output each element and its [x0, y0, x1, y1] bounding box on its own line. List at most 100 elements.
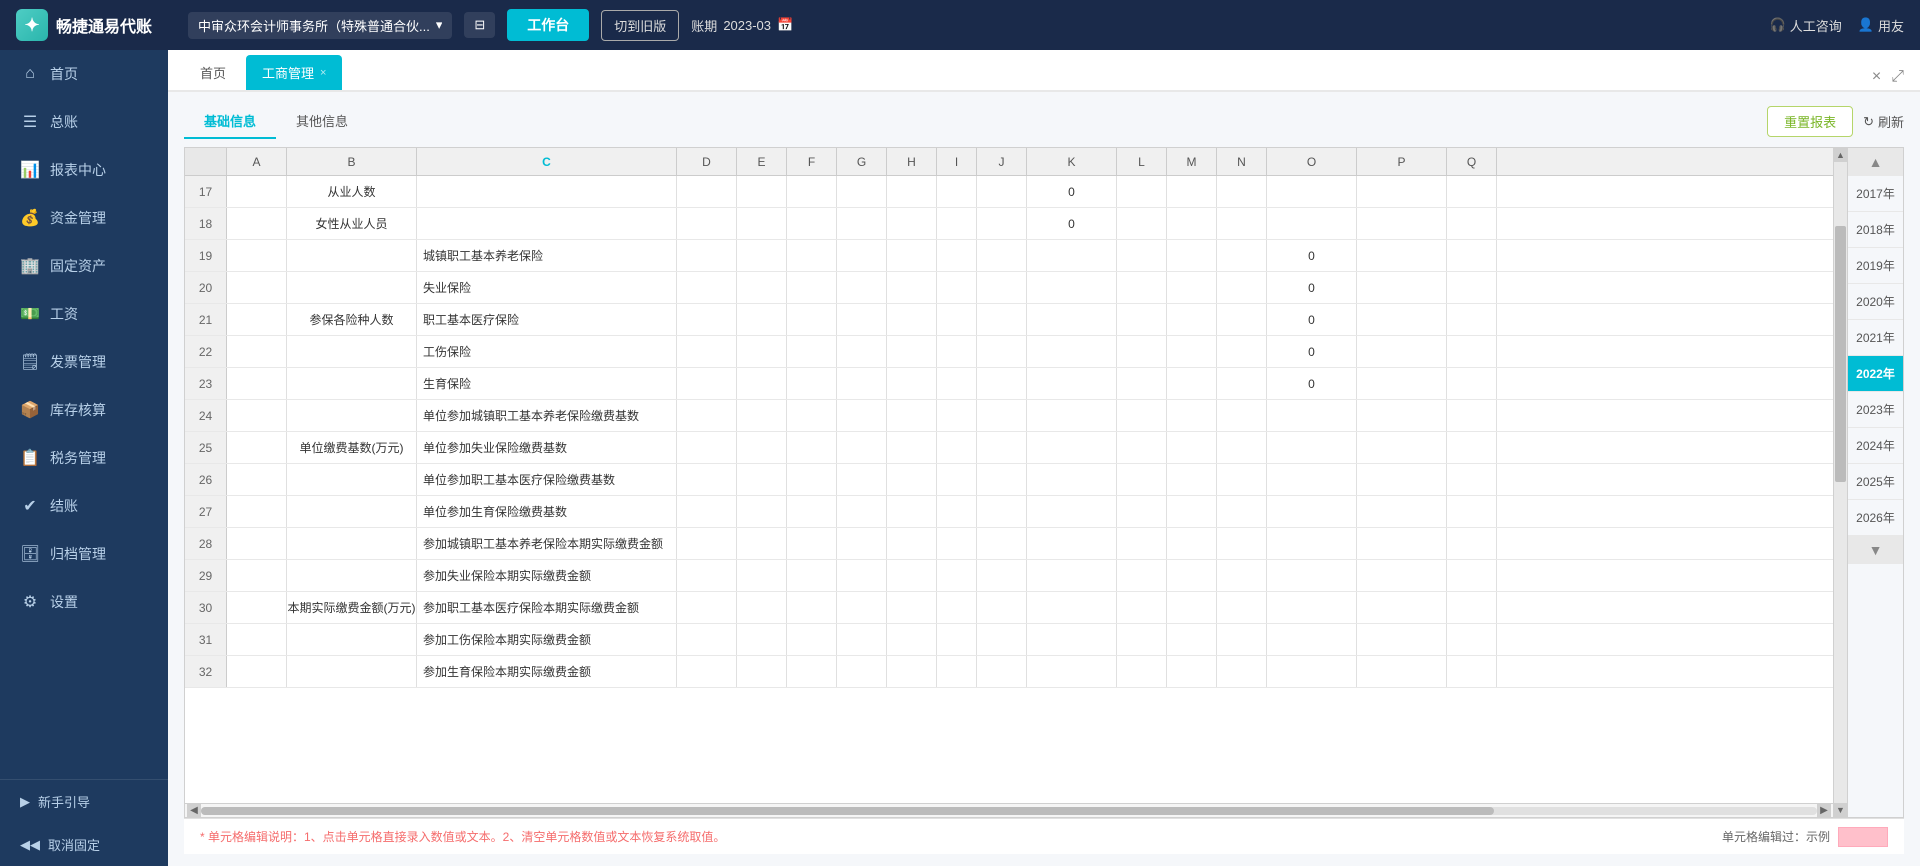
cell-32-f[interactable]: [787, 656, 837, 687]
cell-29-b[interactable]: [287, 560, 417, 591]
cell-31-k[interactable]: [1027, 624, 1117, 655]
cell-27-p[interactable]: [1357, 496, 1447, 527]
cell-18-h[interactable]: [887, 208, 937, 239]
cell-17-f[interactable]: [787, 176, 837, 207]
cell-27-i[interactable]: [937, 496, 977, 527]
cell-24-m[interactable]: [1167, 400, 1217, 431]
cell-29-e[interactable]: [737, 560, 787, 591]
cell-25-j[interactable]: [977, 432, 1027, 463]
cell-20-k[interactable]: [1027, 272, 1117, 303]
cell-29-g[interactable]: [837, 560, 887, 591]
cell-26-p[interactable]: [1357, 464, 1447, 495]
user-avatar[interactable]: 👤 用友: [1858, 16, 1904, 35]
cell-22-i[interactable]: [937, 336, 977, 367]
cell-17-d[interactable]: [677, 176, 737, 207]
cell-18-g[interactable]: [837, 208, 887, 239]
cell-20-p[interactable]: [1357, 272, 1447, 303]
cell-31-j[interactable]: [977, 624, 1027, 655]
cell-25-k[interactable]: [1027, 432, 1117, 463]
cell-19-h[interactable]: [887, 240, 937, 271]
cell-25-b[interactable]: 单位缴费基数(万元): [287, 432, 417, 463]
year-item-2021[interactable]: 2021年: [1848, 320, 1903, 356]
cell-32-h[interactable]: [887, 656, 937, 687]
cell-18-d[interactable]: [677, 208, 737, 239]
cell-31-f[interactable]: [787, 624, 837, 655]
cell-20-i[interactable]: [937, 272, 977, 303]
cell-26-q[interactable]: [1447, 464, 1497, 495]
cell-27-k[interactable]: [1027, 496, 1117, 527]
cell-18-m[interactable]: [1167, 208, 1217, 239]
cell-22-g[interactable]: [837, 336, 887, 367]
cell-27-e[interactable]: [737, 496, 787, 527]
hscroll-right-arrow[interactable]: ▶: [1817, 804, 1831, 818]
cell-30-h[interactable]: [887, 592, 937, 623]
cell-22-d[interactable]: [677, 336, 737, 367]
sidebar-item-ledger[interactable]: ☰ 总账: [0, 98, 168, 146]
cell-22-a[interactable]: [227, 336, 287, 367]
cell-21-d[interactable]: [677, 304, 737, 335]
cell-29-l[interactable]: [1117, 560, 1167, 591]
cell-28-n[interactable]: [1217, 528, 1267, 559]
cell-32-p[interactable]: [1357, 656, 1447, 687]
cell-32-o[interactable]: [1267, 656, 1357, 687]
year-nav-down[interactable]: ▼: [1848, 536, 1903, 564]
cell-28-k[interactable]: [1027, 528, 1117, 559]
cell-20-d[interactable]: [677, 272, 737, 303]
cell-21-l[interactable]: [1117, 304, 1167, 335]
year-item-2024[interactable]: 2024年: [1848, 428, 1903, 464]
cell-20-n[interactable]: [1217, 272, 1267, 303]
cell-24-h[interactable]: [887, 400, 937, 431]
vscroll-up-arrow[interactable]: ▲: [1834, 148, 1847, 162]
cell-18-i[interactable]: [937, 208, 977, 239]
cell-27-b[interactable]: [287, 496, 417, 527]
cell-25-q[interactable]: [1447, 432, 1497, 463]
cell-17-c[interactable]: [417, 176, 677, 207]
cell-24-e[interactable]: [737, 400, 787, 431]
cell-28-h[interactable]: [887, 528, 937, 559]
cell-21-b[interactable]: 参保各险种人数: [287, 304, 417, 335]
cell-19-j[interactable]: [977, 240, 1027, 271]
cell-30-n[interactable]: [1217, 592, 1267, 623]
cell-27-j[interactable]: [977, 496, 1027, 527]
cell-18-f[interactable]: [787, 208, 837, 239]
cell-24-l[interactable]: [1117, 400, 1167, 431]
cell-19-p[interactable]: [1357, 240, 1447, 271]
cell-19-e[interactable]: [737, 240, 787, 271]
sidebar-item-capital[interactable]: 💰 资金管理: [0, 194, 168, 242]
cell-20-b[interactable]: [287, 272, 417, 303]
cell-26-e[interactable]: [737, 464, 787, 495]
cell-25-g[interactable]: [837, 432, 887, 463]
cell-26-g[interactable]: [837, 464, 887, 495]
cell-26-f[interactable]: [787, 464, 837, 495]
sidebar-item-settlement[interactable]: ✔ 结账: [0, 482, 168, 530]
cell-28-a[interactable]: [227, 528, 287, 559]
year-item-2018[interactable]: 2018年: [1848, 212, 1903, 248]
cell-25-a[interactable]: [227, 432, 287, 463]
cell-26-b[interactable]: [287, 464, 417, 495]
cell-21-o[interactable]: 0: [1267, 304, 1357, 335]
cell-17-e[interactable]: [737, 176, 787, 207]
cell-26-d[interactable]: [677, 464, 737, 495]
cell-29-q[interactable]: [1447, 560, 1497, 591]
cell-29-n[interactable]: [1217, 560, 1267, 591]
cell-18-b[interactable]: 女性从业人员: [287, 208, 417, 239]
cell-31-o[interactable]: [1267, 624, 1357, 655]
cell-22-m[interactable]: [1167, 336, 1217, 367]
cell-30-m[interactable]: [1167, 592, 1217, 623]
cell-19-k[interactable]: [1027, 240, 1117, 271]
cell-31-i[interactable]: [937, 624, 977, 655]
year-item-2017[interactable]: 2017年: [1848, 176, 1903, 212]
vscroll-track[interactable]: [1834, 162, 1847, 803]
cell-22-q[interactable]: [1447, 336, 1497, 367]
cell-24-b[interactable]: [287, 400, 417, 431]
cell-27-l[interactable]: [1117, 496, 1167, 527]
cell-25-n[interactable]: [1217, 432, 1267, 463]
cell-30-e[interactable]: [737, 592, 787, 623]
cell-26-a[interactable]: [227, 464, 287, 495]
cell-22-h[interactable]: [887, 336, 937, 367]
cell-31-p[interactable]: [1357, 624, 1447, 655]
cell-19-n[interactable]: [1217, 240, 1267, 271]
cell-23-e[interactable]: [737, 368, 787, 399]
cell-31-m[interactable]: [1167, 624, 1217, 655]
cell-24-j[interactable]: [977, 400, 1027, 431]
